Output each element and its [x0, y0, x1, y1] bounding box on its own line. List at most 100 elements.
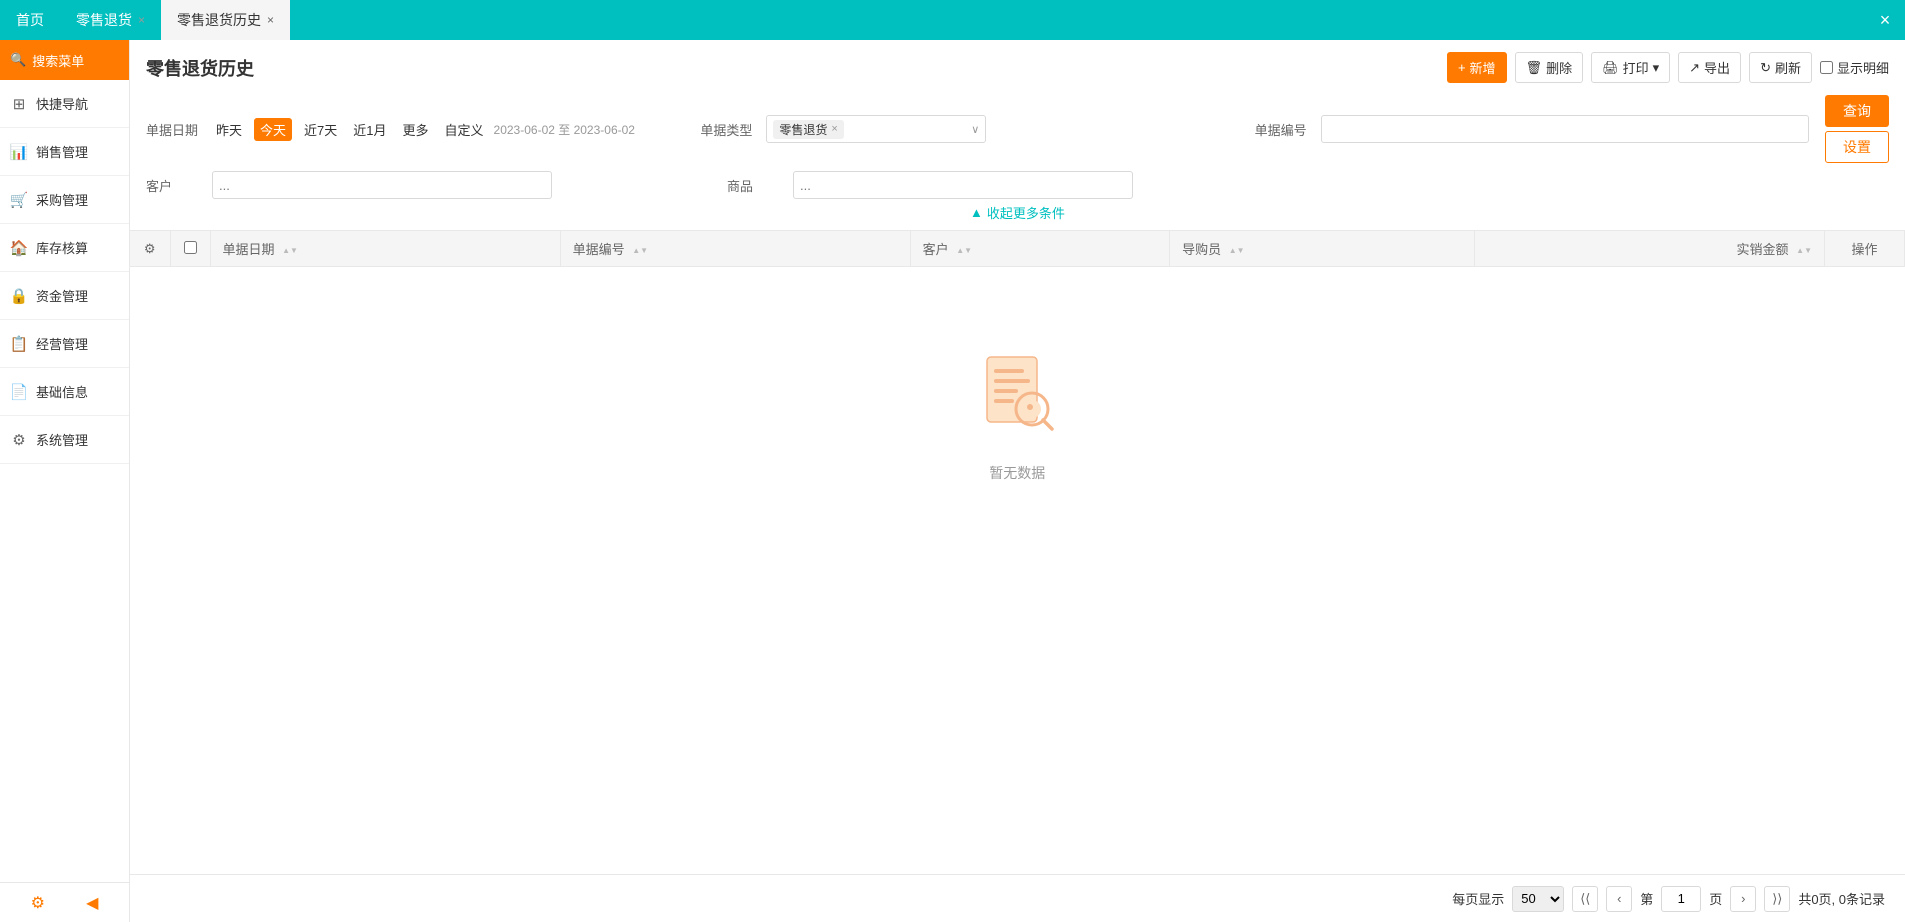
- tab-retail-return-history-close[interactable]: ×: [267, 13, 274, 27]
- refresh-label: 刷新: [1775, 58, 1801, 77]
- doctype-tag-close[interactable]: ×: [831, 123, 837, 135]
- tab-retail-return-history[interactable]: 零售退货历史 ×: [161, 0, 290, 40]
- date-label: 单据日期: [146, 120, 206, 139]
- doctype-label: 单据类型: [700, 120, 760, 139]
- search-icon: 🔍: [10, 52, 26, 68]
- page-unit: 页: [1709, 889, 1722, 908]
- filter-row-2: 客户 商品: [146, 171, 1889, 199]
- date-option-more[interactable]: 更多: [399, 118, 433, 141]
- date-option-1month[interactable]: 近1月: [349, 118, 390, 141]
- last-page-button[interactable]: ⟩⟩: [1764, 886, 1790, 912]
- sidebar-item-operations-mgmt[interactable]: 📋 经营管理: [0, 320, 129, 368]
- first-page-button[interactable]: ⟨⟨: [1572, 886, 1598, 912]
- query-settings-group: 查询 设置: [1825, 95, 1889, 163]
- page-title-row: 零售退货历史 + 新增 🗑 删除 🖨 打印 ▾: [146, 52, 1889, 83]
- th-doc-number[interactable]: 单据编号 ▲▼: [560, 231, 910, 267]
- sidebar-item-finance-mgmt-label: 资金管理: [36, 286, 88, 305]
- sidebar-bottom: ⚙ ◀: [0, 882, 129, 922]
- delete-icon: 🗑: [1526, 60, 1543, 76]
- sidebar-item-sales-mgmt[interactable]: 📊 销售管理: [0, 128, 129, 176]
- tab-retail-return-history-label: 零售退货历史: [177, 10, 261, 30]
- quick-nav-icon: ⊞: [10, 95, 28, 113]
- sort-icon-customer: ▲▼: [956, 246, 972, 255]
- th-amount[interactable]: 实销金额 ▲▼: [1474, 231, 1824, 267]
- th-checkbox[interactable]: [170, 231, 210, 267]
- goods-input[interactable]: [800, 178, 1126, 193]
- doctype-tag: 零售退货 ×: [773, 120, 843, 139]
- th-amount-label: 实销金额: [1737, 242, 1789, 257]
- customer-label: 客户: [146, 176, 206, 195]
- empty-text: 暂无数据: [989, 463, 1045, 483]
- th-ops-label: 操作: [1851, 242, 1877, 257]
- date-option-7days[interactable]: 近7天: [300, 118, 341, 141]
- date-option-today[interactable]: 今天: [254, 118, 292, 141]
- select-all-checkbox[interactable]: [184, 241, 197, 254]
- sales-mgmt-icon: 📊: [10, 143, 28, 161]
- inventory-icon: 🏠: [10, 239, 28, 257]
- basic-info-icon: 📄: [10, 383, 28, 401]
- th-settings[interactable]: ⚙: [130, 231, 170, 267]
- sidebar-item-finance-mgmt[interactable]: 🔒 资金管理: [0, 272, 129, 320]
- table-header: ⚙ 单据日期 ▲▼ 单据编号 ▲▼: [130, 231, 1905, 267]
- date-option-custom[interactable]: 自定义: [441, 118, 488, 141]
- page-label: 第: [1640, 889, 1653, 908]
- doctype-tag-label: 零售退货: [779, 121, 827, 138]
- pagination-bar: 每页显示 50 100 200 ⟨⟨ ‹ 第 页 › ⟩⟩ 共0页, 0条记录: [130, 874, 1905, 922]
- delete-button[interactable]: 🗑 删除: [1515, 52, 1584, 83]
- sidebar-item-inventory[interactable]: 🏠 库存核算: [0, 224, 129, 272]
- goods-label: 商品: [727, 176, 787, 195]
- sort-icon-doc-date: ▲▼: [282, 246, 298, 255]
- new-label: 新增: [1470, 58, 1496, 77]
- print-button[interactable]: 🖨 打印 ▾: [1591, 52, 1670, 83]
- sidebar-search-label: 搜索菜单: [32, 51, 84, 70]
- th-doc-date-label: 单据日期: [223, 242, 275, 257]
- display-toggle-checkbox[interactable]: [1820, 61, 1833, 74]
- main-layout: 🔍 搜索菜单 ⊞ 快捷导航 📊 销售管理 🛒 采购管理 🏠 库存核算 🔒: [0, 40, 1905, 922]
- sidebar-search[interactable]: 🔍 搜索菜单: [0, 40, 129, 80]
- export-button[interactable]: ↗ 导出: [1678, 52, 1741, 83]
- th-customer[interactable]: 客户 ▲▼: [910, 231, 1169, 267]
- finance-mgmt-icon: 🔒: [10, 287, 28, 305]
- new-button[interactable]: + 新增: [1447, 52, 1507, 83]
- tab-retail-return[interactable]: 零售退货 ×: [60, 0, 161, 40]
- page-size-select[interactable]: 50 100 200: [1512, 886, 1564, 912]
- table-wrap: ⚙ 单据日期 ▲▼ 单据编号 ▲▼: [130, 230, 1905, 874]
- display-toggle-label: 显示明细: [1837, 58, 1889, 77]
- date-options: 昨天 今天 近7天 近1月 更多 自定义: [212, 118, 488, 141]
- tab-home[interactable]: 首页: [0, 0, 60, 40]
- total-info: 共0页, 0条记录: [1798, 889, 1885, 908]
- sidebar-settings-icon[interactable]: ⚙: [31, 893, 45, 913]
- filter-row-1: 单据日期 昨天 今天 近7天 近1月 更多 自定义 2023-06-02 至 2…: [146, 95, 1889, 163]
- th-doc-date[interactable]: 单据日期 ▲▼: [210, 231, 560, 267]
- customer-input[interactable]: [219, 178, 545, 193]
- tab-retail-return-close[interactable]: ×: [138, 13, 145, 27]
- refresh-button[interactable]: ↻ 刷新: [1749, 52, 1812, 83]
- collapse-row: ▲ 收起更多条件: [146, 199, 1889, 226]
- window-close-button[interactable]: ×: [1865, 0, 1905, 40]
- th-guide-label: 导购员: [1182, 242, 1221, 257]
- empty-state: 暂无数据: [130, 267, 1905, 563]
- th-ops: 操作: [1825, 231, 1905, 267]
- collapse-label: 收起更多条件: [987, 203, 1065, 222]
- prev-page-button[interactable]: ‹: [1606, 886, 1632, 912]
- date-option-yesterday[interactable]: 昨天: [212, 118, 246, 141]
- sidebar-item-system-mgmt[interactable]: ⚙ 系统管理: [0, 416, 129, 464]
- date-range-display: 2023-06-02 至 2023-06-02: [494, 121, 635, 138]
- page-size-label: 每页显示: [1452, 889, 1504, 908]
- sidebar-collapse-icon[interactable]: ◀: [86, 893, 98, 913]
- collapse-button[interactable]: ▲ 收起更多条件: [962, 199, 1073, 226]
- next-page-button[interactable]: ›: [1730, 886, 1756, 912]
- display-toggle[interactable]: 显示明细: [1820, 58, 1889, 77]
- docnumber-input[interactable]: [1321, 115, 1809, 143]
- doctype-select[interactable]: 零售退货 × ∨: [766, 115, 986, 143]
- print-icon: 🖨: [1602, 60, 1619, 76]
- sidebar-item-purchase-mgmt[interactable]: 🛒 采购管理: [0, 176, 129, 224]
- th-guide[interactable]: 导购员 ▲▼: [1170, 231, 1475, 267]
- settings-button[interactable]: 设置: [1825, 131, 1889, 163]
- sidebar-item-quick-nav[interactable]: ⊞ 快捷导航: [0, 80, 129, 128]
- sidebar-item-basic-info[interactable]: 📄 基础信息: [0, 368, 129, 416]
- sidebar-nav: ⊞ 快捷导航 📊 销售管理 🛒 采购管理 🏠 库存核算 🔒 资金管理 📋: [0, 80, 129, 882]
- sidebar-item-operations-mgmt-label: 经营管理: [36, 334, 88, 353]
- query-button[interactable]: 查询: [1825, 95, 1889, 127]
- page-input[interactable]: [1661, 886, 1701, 912]
